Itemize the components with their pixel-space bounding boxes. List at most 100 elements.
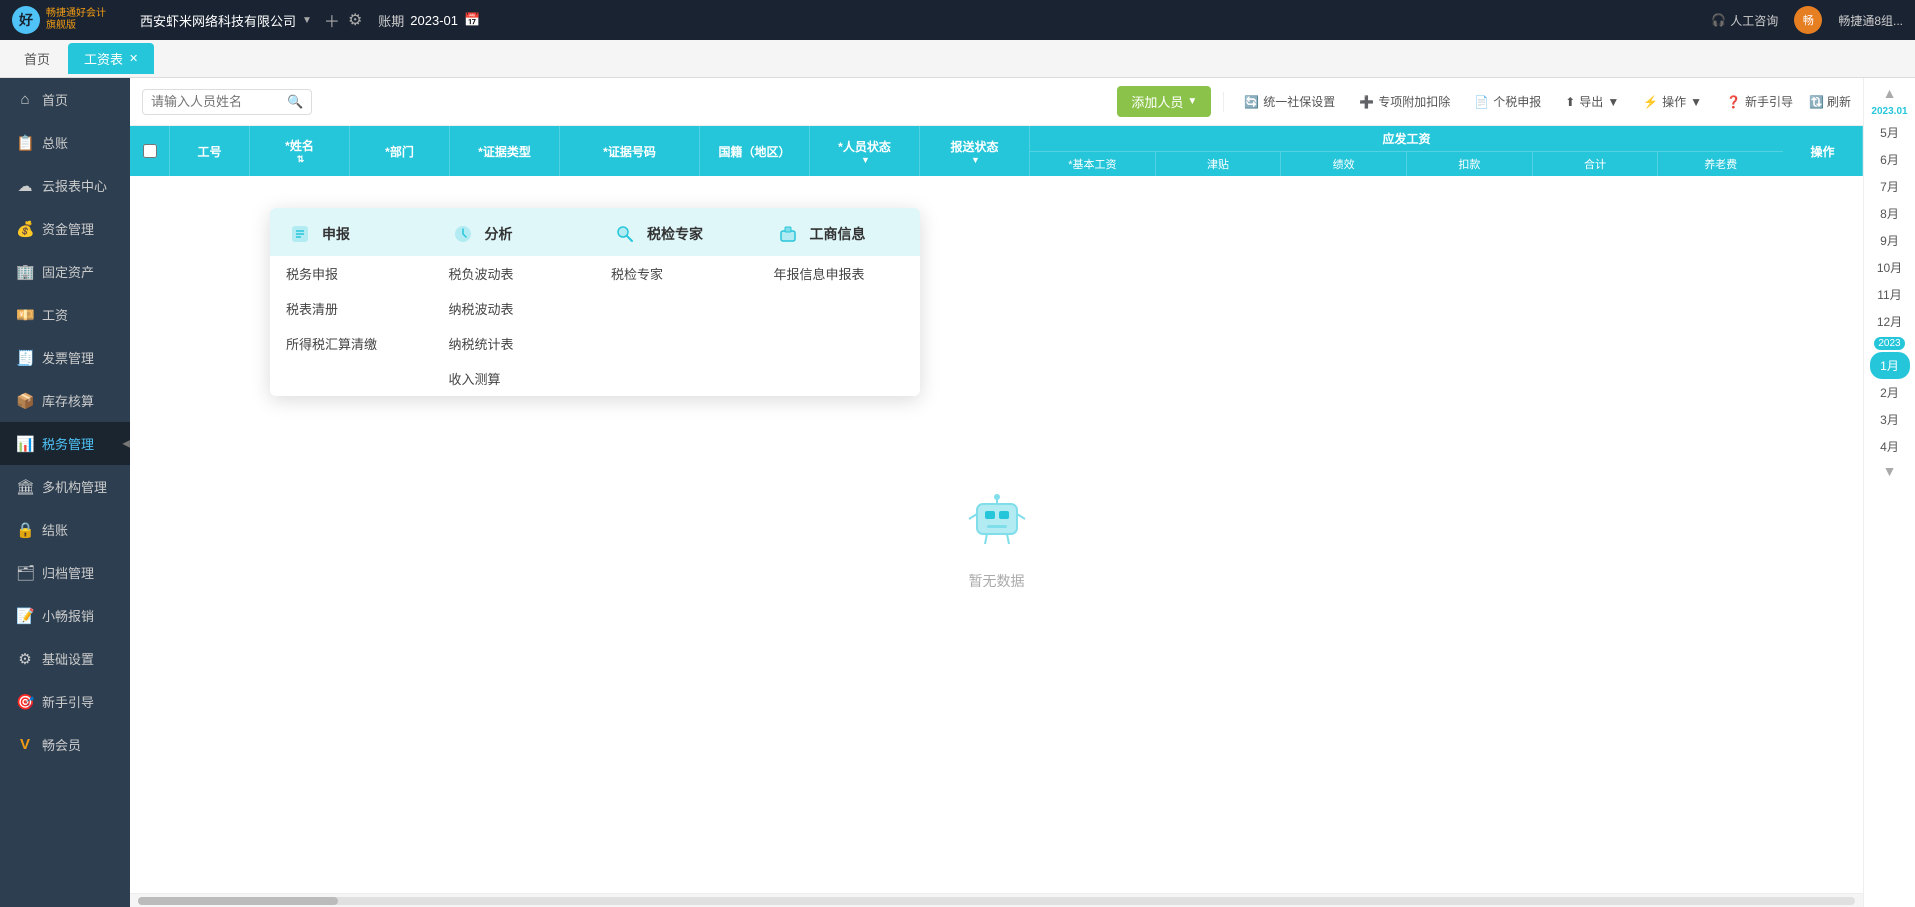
export-btn[interactable]: ⬆ 导出 ▼ bbox=[1557, 89, 1627, 114]
special-deduction-btn[interactable]: ➕ 专项附加扣除 bbox=[1351, 89, 1458, 114]
sidebar-item-close[interactable]: 🔒 结账 bbox=[0, 508, 130, 551]
date-month-1[interactable]: 1月 bbox=[1870, 352, 1910, 379]
sidebar-item-basic[interactable]: ⚙ 基础设置 bbox=[0, 637, 130, 680]
header-icons: ＋ ⚙ bbox=[324, 8, 362, 32]
dp-item-income-tax-settle[interactable]: 所得税汇算清缴 bbox=[270, 326, 433, 361]
th-cert-no-label: *证据号码 bbox=[603, 143, 656, 160]
social-insurance-btn[interactable]: 🔄 统一社保设置 bbox=[1236, 89, 1343, 114]
sidebar-mini-report-label: 小畅报销 bbox=[42, 606, 94, 625]
dp-item-tax-declaration[interactable]: 税务申报 bbox=[270, 256, 433, 291]
settings-icon[interactable]: ⚙ bbox=[348, 10, 362, 30]
th-action-label: 操作 bbox=[1810, 143, 1834, 160]
sidebar-item-guide[interactable]: 🎯 新手引导 bbox=[0, 680, 130, 723]
date-month-4[interactable]: 4月 bbox=[1870, 433, 1910, 460]
sidebar-item-cloud-report[interactable]: ☁ 云报表中心 bbox=[0, 164, 130, 207]
social-insurance-label: 统一社保设置 bbox=[1263, 93, 1335, 110]
th-name[interactable]: *姓名 ⇅ bbox=[250, 126, 350, 176]
dp-item-tax-expert[interactable]: 税检专家 bbox=[595, 256, 758, 291]
operations-btn[interactable]: ⚡ 操作 ▼ bbox=[1635, 89, 1710, 114]
sidebar-item-invoice[interactable]: 🧾 发票管理 bbox=[0, 336, 130, 379]
bottom-scroll[interactable] bbox=[130, 893, 1863, 907]
date-month-12[interactable]: 12月 bbox=[1870, 308, 1910, 335]
date-month-10[interactable]: 10月 bbox=[1870, 254, 1910, 281]
th-status-label: *人员状态 bbox=[838, 138, 891, 155]
th-cert-type: *证据类型 bbox=[450, 126, 560, 176]
sidebar-item-home[interactable]: ⌂ 首页 bbox=[0, 78, 130, 121]
sidebar-item-archive[interactable]: 🗂 归档管理 bbox=[0, 551, 130, 594]
th-report-status[interactable]: 报送状态 ▼ bbox=[920, 126, 1030, 176]
user-avatar: 畅 bbox=[1794, 6, 1822, 34]
select-all-checkbox[interactable] bbox=[143, 144, 157, 158]
dp-declaration-icon bbox=[286, 220, 314, 248]
th-salary-group: 应发工资 *基本工资 津贴 绩效 扣款 合计 养老费 bbox=[1030, 126, 1783, 176]
search-input-wrap[interactable]: 🔍 bbox=[142, 89, 312, 115]
scroll-thumb[interactable] bbox=[138, 897, 338, 905]
tab-close-icon[interactable]: ✕ bbox=[129, 52, 138, 65]
inventory-icon: 📦 bbox=[16, 392, 34, 410]
dp-item-income-estimate[interactable]: 收入测算 bbox=[433, 361, 596, 396]
logo-area: 好 畅捷通好会计 旗舰版 bbox=[12, 6, 132, 34]
refresh-btn[interactable]: 🔃 刷新 bbox=[1809, 93, 1851, 110]
sidebar-item-assets[interactable]: 🏢 固定资产 bbox=[0, 250, 130, 293]
th-base-salary: *基本工资 bbox=[1030, 152, 1156, 176]
company-selector[interactable]: 西安虾米网络科技有限公司 ▼ bbox=[140, 11, 312, 30]
dp-item-tax-stats[interactable]: 纳税统计表 bbox=[433, 326, 596, 361]
operations-label: 操作 bbox=[1662, 93, 1686, 110]
date-month-9[interactable]: 9月 bbox=[1870, 227, 1910, 254]
search-icon[interactable]: 🔍 bbox=[287, 94, 303, 110]
sidebar-item-tax[interactable]: 📊 税务管理 ◀ bbox=[0, 422, 130, 465]
app-title: 畅捷通好会计 bbox=[46, 8, 106, 20]
tax-declaration-btn[interactable]: 📄 个税申报 bbox=[1466, 89, 1549, 114]
user-name[interactable]: 畅捷通8组... bbox=[1838, 12, 1903, 29]
th-status[interactable]: *人员状态 ▼ bbox=[810, 126, 920, 176]
sidebar-multi-org-label: 多机构管理 bbox=[42, 477, 107, 496]
search-input[interactable] bbox=[151, 94, 281, 109]
date-month-7[interactable]: 7月 bbox=[1870, 173, 1910, 200]
sidebar-item-fund[interactable]: 💰 资金管理 bbox=[0, 207, 130, 250]
add-person-button[interactable]: 添加人员 ▼ bbox=[1117, 86, 1211, 117]
sidebar-item-vip[interactable]: V 畅会员 bbox=[0, 723, 130, 766]
customer-service-btn[interactable]: 🎧 人工咨询 bbox=[1711, 12, 1778, 29]
period-label: 账期 bbox=[378, 11, 404, 30]
dp-declaration-title: 申报 bbox=[322, 224, 350, 244]
dp-item-tax-burden[interactable]: 税负波动表 bbox=[433, 256, 596, 291]
sidebar-inventory-label: 库存核算 bbox=[42, 391, 94, 410]
th-dept-label: *部门 bbox=[385, 143, 414, 160]
sidebar-item-mini-report[interactable]: 📝 小畅报销 bbox=[0, 594, 130, 637]
guide-btn[interactable]: ❓ 新手引导 bbox=[1718, 89, 1801, 114]
tab-salary[interactable]: 工资表 ✕ bbox=[68, 43, 154, 74]
sidebar-item-salary[interactable]: 💴 工资 bbox=[0, 293, 130, 336]
calendar-icon[interactable]: 📅 bbox=[464, 12, 480, 28]
date-month-2[interactable]: 2月 bbox=[1870, 379, 1910, 406]
customer-service-label: 人工咨询 bbox=[1730, 12, 1778, 29]
th-cert-no: *证据号码 bbox=[560, 126, 700, 176]
th-report-filter-icon[interactable]: ▼ bbox=[971, 155, 980, 165]
date-month-3[interactable]: 3月 bbox=[1870, 406, 1910, 433]
export-icon: ⬆ bbox=[1565, 95, 1575, 109]
add-icon[interactable]: ＋ bbox=[324, 8, 340, 32]
date-month-11[interactable]: 11月 bbox=[1870, 281, 1910, 308]
period-value: 2023-01 bbox=[410, 13, 458, 28]
date-nav-up[interactable]: ▲ bbox=[1876, 82, 1904, 104]
dp-header-tax-expert: 税检专家 bbox=[595, 208, 758, 256]
company-dropdown-arrow[interactable]: ▼ bbox=[302, 15, 312, 26]
date-nav-down[interactable]: ▼ bbox=[1876, 460, 1904, 482]
dp-item-tax-schedule[interactable]: 税表清册 bbox=[270, 291, 433, 326]
dp-item-tax-fluctuation[interactable]: 纳税波动表 bbox=[433, 291, 596, 326]
th-status-filter-icon[interactable]: ▼ bbox=[861, 155, 870, 165]
th-checkbox[interactable] bbox=[130, 126, 170, 176]
date-month-8[interactable]: 8月 bbox=[1870, 200, 1910, 227]
date-month-6[interactable]: 6月 bbox=[1870, 146, 1910, 173]
th-report-status-label: 报送状态 bbox=[950, 138, 998, 155]
tab-home[interactable]: 首页 bbox=[8, 43, 66, 74]
scroll-track[interactable] bbox=[138, 897, 1855, 905]
date-month-5[interactable]: 5月 bbox=[1870, 119, 1910, 146]
sidebar-item-inventory[interactable]: 📦 库存核算 bbox=[0, 379, 130, 422]
sidebar-item-multi-org[interactable]: 🏛 多机构管理 bbox=[0, 465, 130, 508]
tab-bar: 首页 工资表 ✕ bbox=[0, 40, 1915, 78]
dp-tax-expert-title: 税检专家 bbox=[647, 224, 703, 244]
sidebar-item-ledger[interactable]: 📋 总账 bbox=[0, 121, 130, 164]
dp-item-annual-report[interactable]: 年报信息申报表 bbox=[758, 256, 921, 291]
tax-declaration-icon: 📄 bbox=[1474, 95, 1489, 109]
app-subtitle: 旗舰版 bbox=[46, 20, 106, 32]
